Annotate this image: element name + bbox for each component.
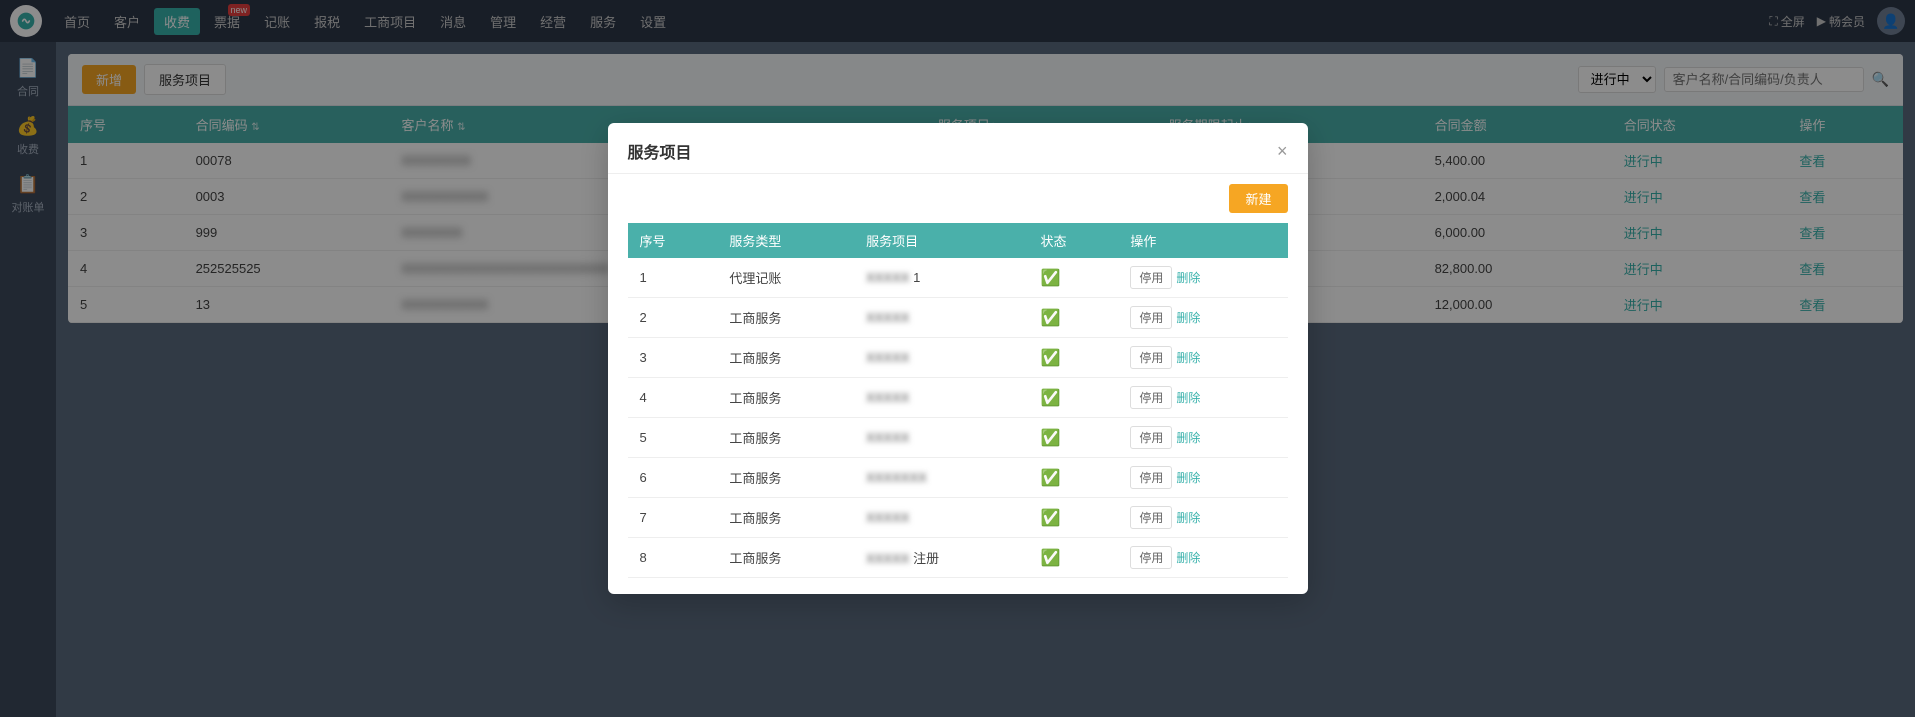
delete-button[interactable]: 删除 <box>1176 389 1200 406</box>
table-row: 7 工商服务 XXXXX ✅ 停用删除 <box>628 498 1288 538</box>
table-row: 4 工商服务 XXXXX ✅ 停用删除 <box>628 378 1288 418</box>
modal-cell-item: XXXXX <box>854 498 1028 538</box>
modal-cell-actions: 停用删除 <box>1118 298 1287 338</box>
modal-cell-actions: 停用删除 <box>1118 458 1287 498</box>
modal-cell-seq: 2 <box>628 298 718 338</box>
delete-button[interactable]: 删除 <box>1176 509 1200 526</box>
stop-button[interactable]: 停用 <box>1130 506 1172 529</box>
modal-cell-type: 工商服务 <box>717 418 854 458</box>
modal-cell-status: ✅ <box>1028 258 1118 298</box>
modal-toolbar: 新建 <box>608 174 1308 223</box>
table-row: 6 工商服务 XXXXXXX ✅ 停用删除 <box>628 458 1288 498</box>
table-row: 8 工商服务 XXXXX 注册 ✅ 停用删除 <box>628 538 1288 578</box>
modal-cell-seq: 1 <box>628 258 718 298</box>
delete-button[interactable]: 删除 <box>1176 469 1200 486</box>
modal-cell-type: 工商服务 <box>717 498 854 538</box>
modal-cell-status: ✅ <box>1028 338 1118 378</box>
modal-title: 服务项目 <box>628 139 692 163</box>
modal-cell-seq: 6 <box>628 458 718 498</box>
modal-cell-item: XXXXX 注册 <box>854 538 1028 578</box>
modal-cell-status: ✅ <box>1028 458 1118 498</box>
status-check-icon: ✅ <box>1040 310 1060 327</box>
status-check-icon: ✅ <box>1040 550 1060 567</box>
modal-cell-status: ✅ <box>1028 378 1118 418</box>
modal-cell-item: XXXXX <box>854 338 1028 378</box>
modal-cell-type: 工商服务 <box>717 378 854 418</box>
stop-button[interactable]: 停用 <box>1130 546 1172 569</box>
modal-table-wrap: 序号 服务类型 服务项目 状态 操作 1 代理记账 XXXXX 1 ✅ 停用删 <box>608 223 1308 594</box>
modal-cell-status: ✅ <box>1028 418 1118 458</box>
stop-button[interactable]: 停用 <box>1130 466 1172 489</box>
modal-cell-seq: 5 <box>628 418 718 458</box>
service-items-modal: 服务项目 × 新建 序号 服务类型 服务项目 <box>608 123 1308 594</box>
status-check-icon: ✅ <box>1040 470 1060 487</box>
modal-cell-type: 工商服务 <box>717 538 854 578</box>
modal-cell-item: XXXXX <box>854 418 1028 458</box>
modal-cell-seq: 8 <box>628 538 718 578</box>
modal-cell-item: XXXXX 1 <box>854 258 1028 298</box>
modal-col-item: 服务项目 <box>854 223 1028 258</box>
modal-body: 序号 服务类型 服务项目 状态 操作 1 代理记账 XXXXX 1 ✅ 停用删 <box>608 223 1308 594</box>
stop-button[interactable]: 停用 <box>1130 266 1172 289</box>
table-row: 2 工商服务 XXXXX ✅ 停用删除 <box>628 298 1288 338</box>
stop-button[interactable]: 停用 <box>1130 386 1172 409</box>
status-check-icon: ✅ <box>1040 430 1060 447</box>
modal-cell-seq: 7 <box>628 498 718 538</box>
modal-cell-status: ✅ <box>1028 498 1118 538</box>
modal-cell-item: XXXXXXX <box>854 458 1028 498</box>
status-check-icon: ✅ <box>1040 390 1060 407</box>
main-layout: 📄 合同 💰 收费 📋 对账单 新增 服务项目 进行中 已完成 已终止 <box>0 42 1915 717</box>
service-items-table: 序号 服务类型 服务项目 状态 操作 1 代理记账 XXXXX 1 ✅ 停用删 <box>628 223 1288 578</box>
modal-cell-actions: 停用删除 <box>1118 258 1287 298</box>
modal-close-button[interactable]: × <box>1277 142 1288 160</box>
modal-col-type: 服务类型 <box>717 223 854 258</box>
modal-cell-actions: 停用删除 <box>1118 418 1287 458</box>
stop-button[interactable]: 停用 <box>1130 346 1172 369</box>
modal-col-action: 操作 <box>1118 223 1287 258</box>
status-check-icon: ✅ <box>1040 350 1060 367</box>
modal-cell-status: ✅ <box>1028 298 1118 338</box>
modal-cell-seq: 4 <box>628 378 718 418</box>
modal-cell-type: 工商服务 <box>717 298 854 338</box>
modal-col-seq: 序号 <box>628 223 718 258</box>
status-check-icon: ✅ <box>1040 270 1060 287</box>
modal-cell-type: 工商服务 <box>717 338 854 378</box>
delete-button[interactable]: 删除 <box>1176 349 1200 366</box>
table-row: 1 代理记账 XXXXX 1 ✅ 停用删除 <box>628 258 1288 298</box>
status-check-icon: ✅ <box>1040 510 1060 527</box>
table-row: 5 工商服务 XXXXX ✅ 停用删除 <box>628 418 1288 458</box>
main-content: 新增 服务项目 进行中 已完成 已终止 全部 🔍 序号 <box>56 42 1915 717</box>
modal-col-status: 状态 <box>1028 223 1118 258</box>
modal-cell-actions: 停用删除 <box>1118 338 1287 378</box>
stop-button[interactable]: 停用 <box>1130 426 1172 449</box>
modal-cell-seq: 3 <box>628 338 718 378</box>
delete-button[interactable]: 删除 <box>1176 429 1200 446</box>
modal-header: 服务项目 × <box>608 123 1308 174</box>
delete-button[interactable]: 删除 <box>1176 269 1200 286</box>
modal-cell-type: 代理记账 <box>717 258 854 298</box>
modal-add-new-button[interactable]: 新建 <box>1229 184 1287 213</box>
table-row: 3 工商服务 XXXXX ✅ 停用删除 <box>628 338 1288 378</box>
modal-cell-item: XXXXX <box>854 378 1028 418</box>
stop-button[interactable]: 停用 <box>1130 306 1172 329</box>
modal-cell-item: XXXXX <box>854 298 1028 338</box>
modal-cell-status: ✅ <box>1028 538 1118 578</box>
modal-cell-actions: 停用删除 <box>1118 538 1287 578</box>
delete-button[interactable]: 删除 <box>1176 309 1200 326</box>
delete-button[interactable]: 删除 <box>1176 549 1200 566</box>
modal-cell-actions: 停用删除 <box>1118 498 1287 538</box>
modal-cell-type: 工商服务 <box>717 458 854 498</box>
modal-cell-actions: 停用删除 <box>1118 378 1287 418</box>
modal-overlay[interactable]: 服务项目 × 新建 序号 服务类型 服务项目 <box>56 42 1915 717</box>
